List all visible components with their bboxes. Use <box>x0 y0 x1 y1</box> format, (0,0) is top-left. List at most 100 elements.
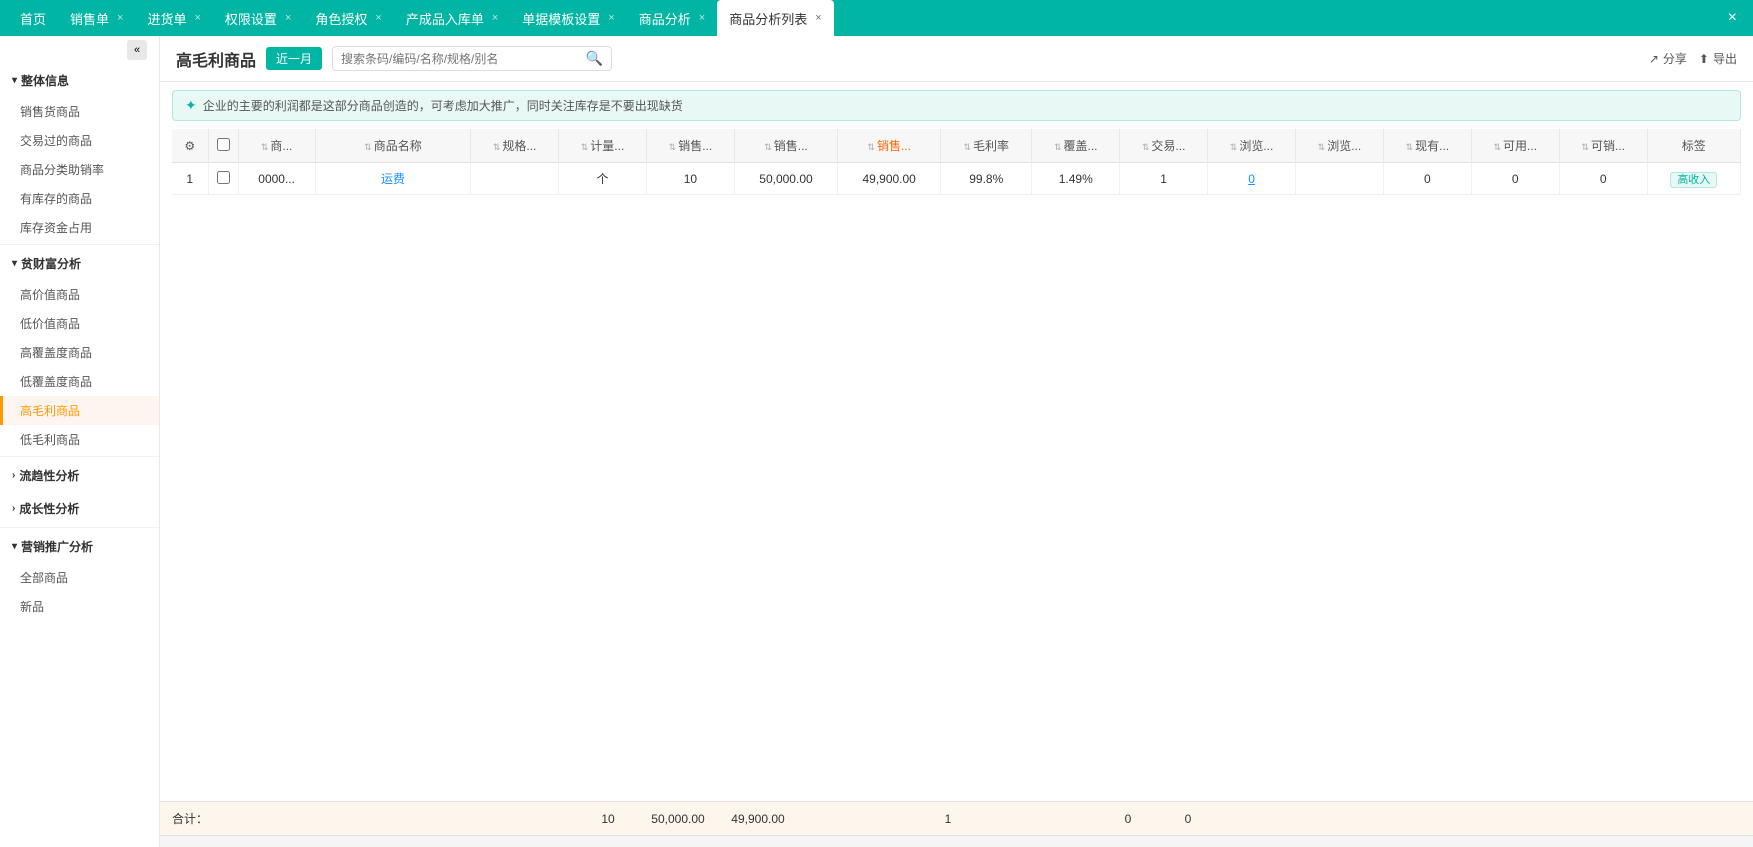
sidebar-item-low-value[interactable]: 低价值商品 <box>0 309 159 338</box>
col-tag[interactable]: 标签 <box>1647 129 1740 163</box>
period-button[interactable]: 近一月 <box>266 47 322 70</box>
nav-label-sales: 销售单 <box>70 9 109 28</box>
bottom-scrollbar[interactable] <box>160 835 1753 847</box>
col-sale-amount[interactable]: ⇅销售... <box>734 129 837 163</box>
header-actions: ↗ 分享 ⬆ 导出 <box>1649 50 1737 67</box>
cell-tag: 高收入 <box>1647 163 1740 195</box>
nav-close-purchase[interactable]: × <box>194 12 200 24</box>
main-layout: « ▾ 整体信息 销售货商品 交易过的商品 商品分类助销率 有库存的商品 库存资… <box>0 36 1753 847</box>
group-label-overall: 整体信息 <box>21 72 69 89</box>
cell-code: 0000... <box>238 163 315 195</box>
cell-checkbox[interactable] <box>208 163 238 195</box>
footer-available: 0 <box>1158 812 1218 826</box>
sidebar-group-overall[interactable]: ▾ 整体信息 <box>0 64 159 97</box>
nav-close-sales[interactable]: × <box>117 12 123 24</box>
cell-coverage: 1.49% <box>1032 163 1120 195</box>
sidebar-item-stocked-goods[interactable]: 有库存的商品 <box>0 184 159 213</box>
settings-icon[interactable]: ⚙ <box>184 139 195 153</box>
cell-browse1[interactable]: 0 <box>1208 163 1296 195</box>
cell-name[interactable]: 运费 <box>315 163 470 195</box>
nav-close-product-in[interactable]: × <box>492 12 498 24</box>
nav-item-role[interactable]: 角色授权 × <box>303 0 393 36</box>
arrow-trend: › <box>12 470 15 481</box>
nav-close-template[interactable]: × <box>608 12 614 24</box>
nav-close-analysis-list[interactable]: × <box>815 12 821 24</box>
cell-spec <box>471 163 559 195</box>
col-browse2[interactable]: ⇅浏览... <box>1296 129 1384 163</box>
col-available[interactable]: ⇅可用... <box>1471 129 1559 163</box>
search-icon[interactable]: 🔍 <box>586 50 603 67</box>
nav-item-template[interactable]: 单据模板设置 × <box>510 0 626 36</box>
col-coverage[interactable]: ⇅覆盖... <box>1032 129 1120 163</box>
col-gross-margin[interactable]: ⇅毛利率 <box>941 129 1032 163</box>
sidebar-item-stock-capital[interactable]: 库存资金占用 <box>0 213 159 242</box>
search-input[interactable] <box>341 52 582 66</box>
export-button[interactable]: ⬆ 导出 <box>1699 50 1737 67</box>
sidebar-collapse-btn[interactable]: « <box>127 40 147 60</box>
group-label-growth: 成长性分析 <box>19 500 79 517</box>
cell-gross-margin: 99.8% <box>941 163 1032 195</box>
nav-item-product-in[interactable]: 产成品入库单 × <box>394 0 510 36</box>
sidebar-item-all-goods[interactable]: 全部商品 <box>0 563 159 592</box>
col-sellable[interactable]: ⇅可销... <box>1559 129 1647 163</box>
sidebar-item-low-coverage[interactable]: 低覆盖度商品 <box>0 367 159 396</box>
cell-trade: 1 <box>1120 163 1208 195</box>
nav-label-purchase: 进货单 <box>147 9 186 28</box>
arrow-marketing: ▾ <box>12 541 17 552</box>
cell-current-stock: 0 <box>1383 163 1471 195</box>
table-row: 1 0000... 运费 个 10 50,000.00 49,900.00 99… <box>172 163 1741 195</box>
select-all-checkbox[interactable] <box>217 138 230 151</box>
col-trade[interactable]: ⇅交易... <box>1120 129 1208 163</box>
sidebar-item-high-coverage[interactable]: 高覆盖度商品 <box>0 338 159 367</box>
nav-item-home[interactable]: 首页 <box>8 0 58 36</box>
col-name[interactable]: ⇅商品名称 <box>315 129 470 163</box>
nav-close-analysis[interactable]: × <box>699 12 705 24</box>
col-spec[interactable]: ⇅规格... <box>471 129 559 163</box>
sidebar-item-sales-goods[interactable]: 销售货商品 <box>0 97 159 126</box>
data-table-container: ⚙ ⇅商... ⇅商品名称 ⇅规格... ⇅计量... ⇅销售... ⇅销售..… <box>172 129 1741 801</box>
cell-unit: 个 <box>559 163 647 195</box>
sidebar-item-traded-goods[interactable]: 交易过的商品 <box>0 126 159 155</box>
sidebar-group-trend[interactable]: › 流趋性分析 <box>0 459 159 492</box>
col-browse1[interactable]: ⇅浏览... <box>1208 129 1296 163</box>
info-banner: ✦ 企业的主要的利润都是这部分商品创造的，可考虑加大推广，同时关注库存是不要出现… <box>172 90 1741 121</box>
col-sale-qty[interactable]: ⇅销售... <box>646 129 734 163</box>
footer-total: 合计： 10 50,000.00 49,900.00 1 0 0 <box>160 801 1753 835</box>
sidebar-group-marketing[interactable]: ▾ 营销推广分析 <box>0 530 159 563</box>
col-unit[interactable]: ⇅计量... <box>559 129 647 163</box>
info-banner-text: 企业的主要的利润都是这部分商品创造的，可考虑加大推广，同时关注库存是不要出现缺货 <box>203 97 683 114</box>
nav-close-role[interactable]: × <box>375 12 381 24</box>
arrow-growth: › <box>12 503 15 514</box>
nav-item-purchase[interactable]: 进货单 × <box>135 0 212 36</box>
nav-label-role: 角色授权 <box>315 9 367 28</box>
top-nav: 首页 销售单 × 进货单 × 权限设置 × 角色授权 × 产成品入库单 × 单据… <box>0 0 1753 36</box>
arrow-wealth: ▾ <box>12 258 17 269</box>
share-button[interactable]: ↗ 分享 <box>1649 50 1687 67</box>
col-sale-profit[interactable]: ⇅销售... <box>838 129 941 163</box>
sidebar-group-wealth[interactable]: ▾ 贫财富分析 <box>0 247 159 280</box>
search-box: 🔍 <box>332 46 612 71</box>
sidebar-item-high-value[interactable]: 高价值商品 <box>0 280 159 309</box>
sidebar-item-high-margin[interactable]: 高毛利商品 <box>0 396 159 425</box>
sidebar-item-new-goods[interactable]: 新品 <box>0 592 159 621</box>
col-settings[interactable]: ⚙ <box>172 129 208 163</box>
col-current-stock[interactable]: ⇅现有... <box>1383 129 1471 163</box>
cell-browse2 <box>1296 163 1384 195</box>
sidebar-item-low-margin[interactable]: 低毛利商品 <box>0 425 159 454</box>
nav-item-permission[interactable]: 权限设置 × <box>213 0 303 36</box>
nav-label-analysis: 商品分析 <box>639 9 691 28</box>
nav-item-analysis[interactable]: 商品分析 × <box>627 0 717 36</box>
sidebar-group-growth[interactable]: › 成长性分析 <box>0 492 159 525</box>
nav-item-sales[interactable]: 销售单 × <box>58 0 135 36</box>
sidebar-item-category-rate[interactable]: 商品分类助销率 <box>0 155 159 184</box>
arrow-overall: ▾ <box>12 75 17 86</box>
sidebar: « ▾ 整体信息 销售货商品 交易过的商品 商品分类助销率 有库存的商品 库存资… <box>0 36 160 847</box>
window-close-button[interactable]: × <box>1720 9 1745 27</box>
nav-label-analysis-list: 商品分析列表 <box>729 9 807 28</box>
cell-available: 0 <box>1471 163 1559 195</box>
nav-item-analysis-list[interactable]: 商品分析列表 × <box>717 0 833 36</box>
footer-current-stock: 0 <box>1098 812 1158 826</box>
col-code[interactable]: ⇅商... <box>238 129 315 163</box>
col-checkbox[interactable] <box>208 129 238 163</box>
nav-close-permission[interactable]: × <box>285 12 291 24</box>
